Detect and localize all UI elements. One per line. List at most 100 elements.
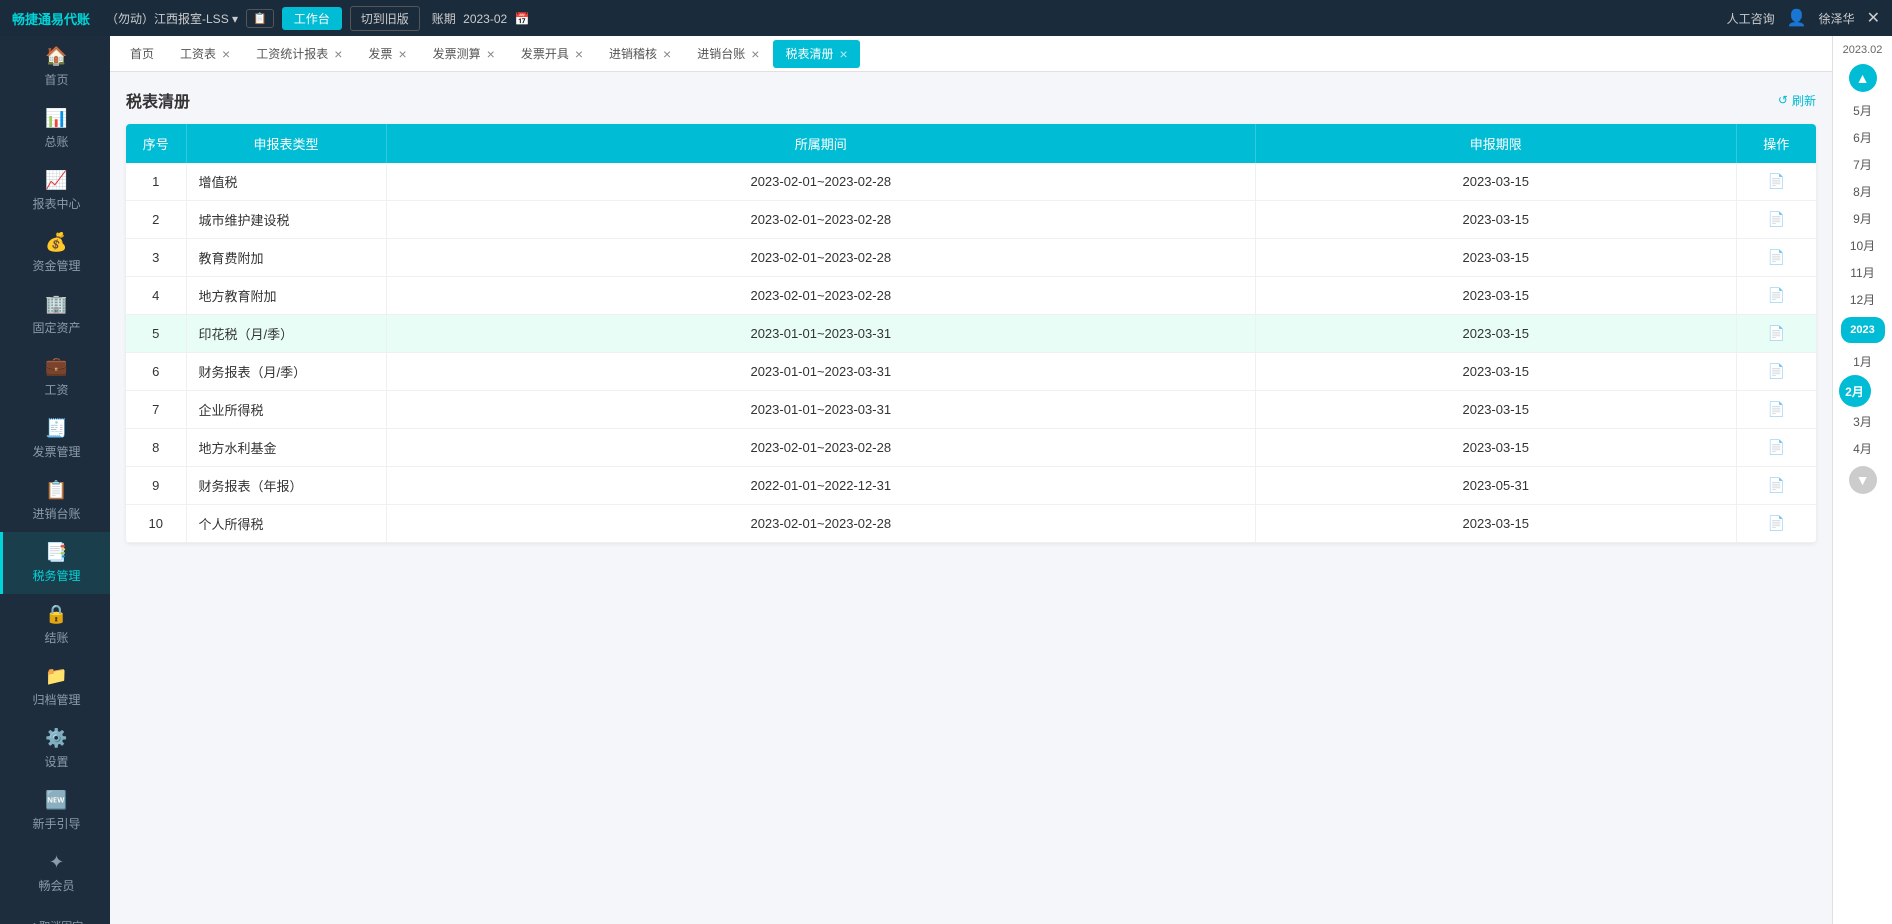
cell-action[interactable]: 📄	[1736, 163, 1816, 201]
action-icon[interactable]: 📄	[1768, 477, 1785, 493]
sidebar-item-salary[interactable]: 💼 工资	[0, 346, 110, 408]
sidebar-item-closing[interactable]: 🔒 结账	[0, 594, 110, 656]
sidebar-label-settings: 设置	[44, 753, 68, 770]
calendar-month-item[interactable]: 3月	[1839, 408, 1887, 434]
table-row: 6 财务报表（月/季） 2023-01-01~2023-03-31 2023-0…	[126, 353, 1816, 391]
calendar-month-item[interactable]: 4月	[1839, 435, 1887, 461]
cell-period: 2023-02-01~2023-02-28	[386, 429, 1256, 467]
close-button[interactable]: ✕	[1867, 8, 1880, 28]
purchase-icon: 📋	[45, 480, 67, 501]
sidebar-label-assets: 固定资产	[32, 319, 80, 336]
calendar-month-item[interactable]: 11月	[1839, 259, 1887, 285]
copy-button[interactable]: 📋	[246, 9, 274, 28]
action-icon[interactable]: 📄	[1768, 515, 1785, 531]
cell-action[interactable]: 📄	[1736, 315, 1816, 353]
action-icon[interactable]: 📄	[1768, 211, 1785, 227]
calendar-up-button[interactable]: ▲	[1849, 64, 1877, 92]
calendar-down-button[interactable]: ▼	[1849, 466, 1877, 494]
cell-period: 2023-02-01~2023-02-28	[386, 239, 1256, 277]
page-title: 税表清册	[126, 88, 190, 112]
tab-invoice-query[interactable]: 发票测算 ×	[421, 40, 507, 68]
sidebar-item-home[interactable]: 🏠 首页	[0, 36, 110, 98]
sidebar-item-vip[interactable]: ✦ 畅会员	[0, 842, 110, 904]
sidebar-item-funds[interactable]: 💰 资金管理	[0, 222, 110, 284]
cell-seq: 3	[126, 239, 186, 277]
calendar-month-item[interactable]: 12月	[1839, 286, 1887, 312]
sidebar-bottom: ◁ 取消固定	[0, 904, 110, 924]
col-deadline: 申报期限	[1256, 124, 1736, 163]
cell-type: 企业所得税	[186, 391, 386, 429]
calendar-month-item[interactable]: 6月	[1839, 124, 1887, 150]
sidebar-item-settings[interactable]: ⚙️ 设置	[0, 718, 110, 780]
sidebar-item-archive[interactable]: 📁 归档管理	[0, 656, 110, 718]
tab-purchase-ledger[interactable]: 进销台账 ×	[685, 40, 771, 68]
calendar-month-item[interactable]: 1月	[1839, 348, 1887, 374]
calendar-month-item[interactable]: 2月	[1839, 375, 1871, 407]
tab-salary[interactable]: 工资表 ×	[168, 40, 242, 68]
tab-close-salary[interactable]: ×	[222, 46, 230, 62]
cell-action[interactable]: 📄	[1736, 505, 1816, 543]
sidebar-item-purchase[interactable]: 📋 进销台账	[0, 470, 110, 532]
tab-close-invoice-open[interactable]: ×	[575, 46, 583, 62]
cell-action[interactable]: 📄	[1736, 239, 1816, 277]
cell-period: 2023-02-01~2023-02-28	[386, 201, 1256, 239]
cell-seq: 7	[126, 391, 186, 429]
cell-seq: 2	[126, 201, 186, 239]
sidebar-label-archive: 归档管理	[32, 691, 80, 708]
sidebar-item-tax[interactable]: 📑 税务管理	[0, 532, 110, 594]
cancel-pin-button[interactable]: ◁ 取消固定	[0, 912, 110, 924]
human-consult-link[interactable]: 人工咨询	[1727, 10, 1775, 27]
tab-invoice-open[interactable]: 发票开具 ×	[509, 40, 595, 68]
cell-action[interactable]: 📄	[1736, 429, 1816, 467]
table-row: 8 地方水利基金 2023-02-01~2023-02-28 2023-03-1…	[126, 429, 1816, 467]
tab-close-purchase-ledger[interactable]: ×	[751, 46, 759, 62]
action-icon[interactable]: 📄	[1768, 287, 1785, 303]
calendar-month-item[interactable]: 7月	[1839, 151, 1887, 177]
tab-tax-register[interactable]: 税表清册 ×	[773, 40, 859, 68]
col-type: 申报表类型	[186, 124, 386, 163]
action-icon[interactable]: 📄	[1768, 325, 1785, 341]
archive-icon: 📁	[45, 666, 67, 687]
cell-period: 2023-02-01~2023-02-28	[386, 505, 1256, 543]
action-icon[interactable]: 📄	[1768, 363, 1785, 379]
cell-action[interactable]: 📄	[1736, 391, 1816, 429]
sidebar-item-assets[interactable]: 🏢 固定资产	[0, 284, 110, 346]
cell-action[interactable]: 📄	[1736, 467, 1816, 505]
tab-home[interactable]: 首页	[118, 40, 166, 68]
cell-action[interactable]: 📄	[1736, 353, 1816, 391]
sidebar-item-reports[interactable]: 📈 报表中心	[0, 160, 110, 222]
calendar-month-item[interactable]: 5月	[1839, 97, 1887, 123]
tab-purchase-audit[interactable]: 进销稽核 ×	[597, 40, 683, 68]
sidebar-item-guide[interactable]: 🆕 新手引导	[0, 780, 110, 842]
sidebar-label-home: 首页	[44, 71, 68, 88]
cell-action[interactable]: 📄	[1736, 277, 1816, 315]
cell-action[interactable]: 📄	[1736, 201, 1816, 239]
action-icon[interactable]: 📄	[1768, 401, 1785, 417]
sidebar-item-ledger[interactable]: 📊 总账	[0, 98, 110, 160]
user-name[interactable]: 徐泽华	[1819, 10, 1855, 27]
workspace-button[interactable]: 工作台	[282, 7, 342, 30]
tab-salary-report[interactable]: 工资统计报表 ×	[244, 40, 354, 68]
action-icon[interactable]: 📄	[1768, 173, 1785, 189]
oldview-button[interactable]: 切到旧版	[350, 6, 420, 31]
action-icon[interactable]: 📄	[1768, 439, 1785, 455]
cell-period: 2023-01-01~2023-03-31	[386, 391, 1256, 429]
tab-invoice[interactable]: 发票 ×	[356, 40, 418, 68]
tab-close-invoice[interactable]: ×	[398, 46, 406, 62]
calendar-month-item[interactable]: 8月	[1839, 178, 1887, 204]
tab-close-tax-register[interactable]: ×	[839, 46, 847, 62]
company-selector[interactable]: （勿动）江西报室-LSS ▾	[106, 10, 238, 27]
tab-close-invoice-query[interactable]: ×	[487, 46, 495, 62]
action-icon[interactable]: 📄	[1768, 249, 1785, 265]
top-bar-right: 人工咨询 👤 徐泽华 ✕	[1727, 8, 1880, 28]
cell-deadline: 2023-03-15	[1256, 239, 1736, 277]
sidebar-item-invoice[interactable]: 🧾 发票管理	[0, 408, 110, 470]
guide-icon: 🆕	[45, 790, 67, 811]
tab-close-purchase-audit[interactable]: ×	[663, 46, 671, 62]
tab-close-salary-report[interactable]: ×	[334, 46, 342, 62]
calendar-month-item[interactable]: 10月	[1839, 232, 1887, 258]
cell-deadline: 2023-03-15	[1256, 315, 1736, 353]
calendar-month-item[interactable]: 9月	[1839, 205, 1887, 231]
refresh-button[interactable]: ↺ 刷新	[1778, 92, 1816, 109]
tax-icon: 📑	[45, 542, 67, 563]
